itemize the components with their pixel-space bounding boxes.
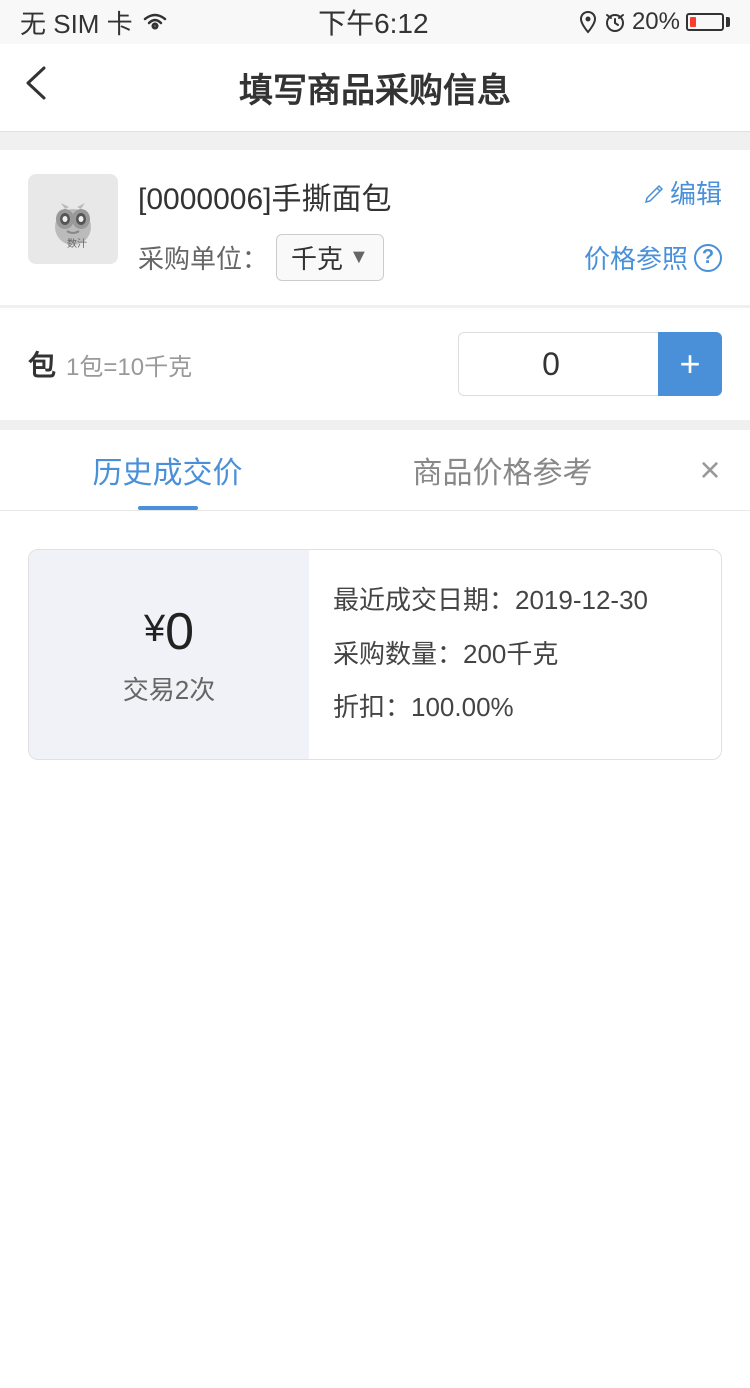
tab-history-price[interactable]: 历史成交价 bbox=[0, 430, 335, 510]
section-divider bbox=[0, 420, 750, 430]
discount-value: 100.00% bbox=[411, 692, 514, 722]
alarm-icon bbox=[604, 10, 626, 34]
unit-value: 千克 bbox=[291, 239, 343, 276]
product-unit-row: 采购单位： 千克 ▼ 价格参照 ? bbox=[138, 234, 722, 281]
edit-button[interactable]: 编辑 bbox=[644, 174, 722, 211]
qty-label-group: 包 1包=10千克 bbox=[28, 344, 192, 384]
discount-label: 折扣： bbox=[333, 692, 411, 722]
status-left: 无 SIM 卡 bbox=[20, 4, 169, 41]
price-reference-button[interactable]: 价格参照 ? bbox=[584, 239, 722, 276]
quantity-input[interactable] bbox=[458, 332, 658, 396]
battery-percent: 20% bbox=[632, 8, 680, 36]
product-info: [0000006]手撕面包 编辑 采购单位： 千克 ▼ 价格参照 ? bbox=[138, 174, 722, 281]
product-card: 数汁 [0000006]手撕面包 编辑 采购单位： 千克 ▼ bbox=[0, 150, 750, 305]
unit-label: 采购单位： bbox=[138, 239, 268, 276]
tabs-container: 历史成交价 商品价格参考 × bbox=[0, 430, 750, 511]
history-panel: ¥0 交易2次 最近成交日期：2019-12-30 采购数量：200千克 折扣：… bbox=[0, 511, 750, 788]
battery-icon bbox=[686, 13, 730, 31]
quantity-value: 200千克 bbox=[463, 639, 558, 669]
status-time: 下午6:12 bbox=[318, 2, 429, 42]
history-discount-row: 折扣：100.00% bbox=[333, 687, 697, 729]
qty-input-group: + bbox=[458, 332, 722, 396]
date-value: 2019-12-30 bbox=[515, 585, 648, 615]
history-quantity-row: 采购数量：200千克 bbox=[333, 634, 697, 676]
tab-product-price-ref[interactable]: 商品价格参考 bbox=[335, 430, 670, 510]
location-icon bbox=[578, 10, 598, 34]
product-owl-icon: 数汁 bbox=[43, 189, 103, 249]
status-bar: 无 SIM 卡 下午6:12 20% bbox=[0, 0, 750, 44]
history-price-section: ¥0 交易2次 bbox=[29, 550, 309, 759]
wifi-icon bbox=[141, 12, 169, 32]
tab-history-label: 历史成交价 bbox=[93, 448, 243, 492]
price-number: 0 bbox=[165, 603, 194, 661]
history-details-section: 最近成交日期：2019-12-30 采购数量：200千克 折扣：100.00% bbox=[309, 550, 721, 759]
status-right: 20% bbox=[578, 8, 730, 36]
tab-price-ref-label: 商品价格参考 bbox=[413, 448, 593, 492]
product-image: 数汁 bbox=[28, 174, 118, 264]
close-icon: × bbox=[699, 449, 720, 491]
history-card: ¥0 交易2次 最近成交日期：2019-12-30 采购数量：200千克 折扣：… bbox=[28, 549, 722, 760]
bottom-space bbox=[0, 788, 750, 1388]
sim-text: 无 SIM 卡 bbox=[20, 4, 133, 41]
quantity-section: 包 1包=10千克 + bbox=[0, 307, 750, 420]
unit-dropdown-arrow: ▼ bbox=[349, 246, 369, 269]
history-date-row: 最近成交日期：2019-12-30 bbox=[333, 580, 697, 622]
page-title: 填写商品采购信息 bbox=[239, 63, 511, 112]
edit-label: 编辑 bbox=[670, 174, 722, 211]
price-ref-help-icon: ? bbox=[694, 244, 722, 272]
svg-text:数汁: 数汁 bbox=[67, 237, 87, 249]
nav-bar: 填写商品采购信息 bbox=[0, 44, 750, 132]
qty-unit-char: 包 bbox=[28, 344, 56, 384]
quantity-label: 采购数量： bbox=[333, 639, 463, 669]
price-ref-label: 价格参照 bbox=[584, 239, 688, 276]
history-trades-count: 交易2次 bbox=[123, 670, 215, 707]
yen-symbol: ¥ bbox=[144, 608, 165, 651]
unit-selector[interactable]: 千克 ▼ bbox=[276, 234, 384, 281]
product-header: [0000006]手撕面包 编辑 bbox=[138, 174, 722, 218]
back-button[interactable] bbox=[24, 64, 48, 111]
quantity-plus-button[interactable]: + bbox=[658, 332, 722, 396]
date-label: 最近成交日期： bbox=[333, 585, 515, 615]
qty-conversion-text: 1包=10千克 bbox=[66, 347, 192, 382]
tab-close-button[interactable]: × bbox=[670, 430, 750, 510]
history-price-display: ¥0 bbox=[144, 602, 194, 662]
tab-active-indicator bbox=[138, 506, 198, 510]
product-name: [0000006]手撕面包 bbox=[138, 174, 644, 218]
